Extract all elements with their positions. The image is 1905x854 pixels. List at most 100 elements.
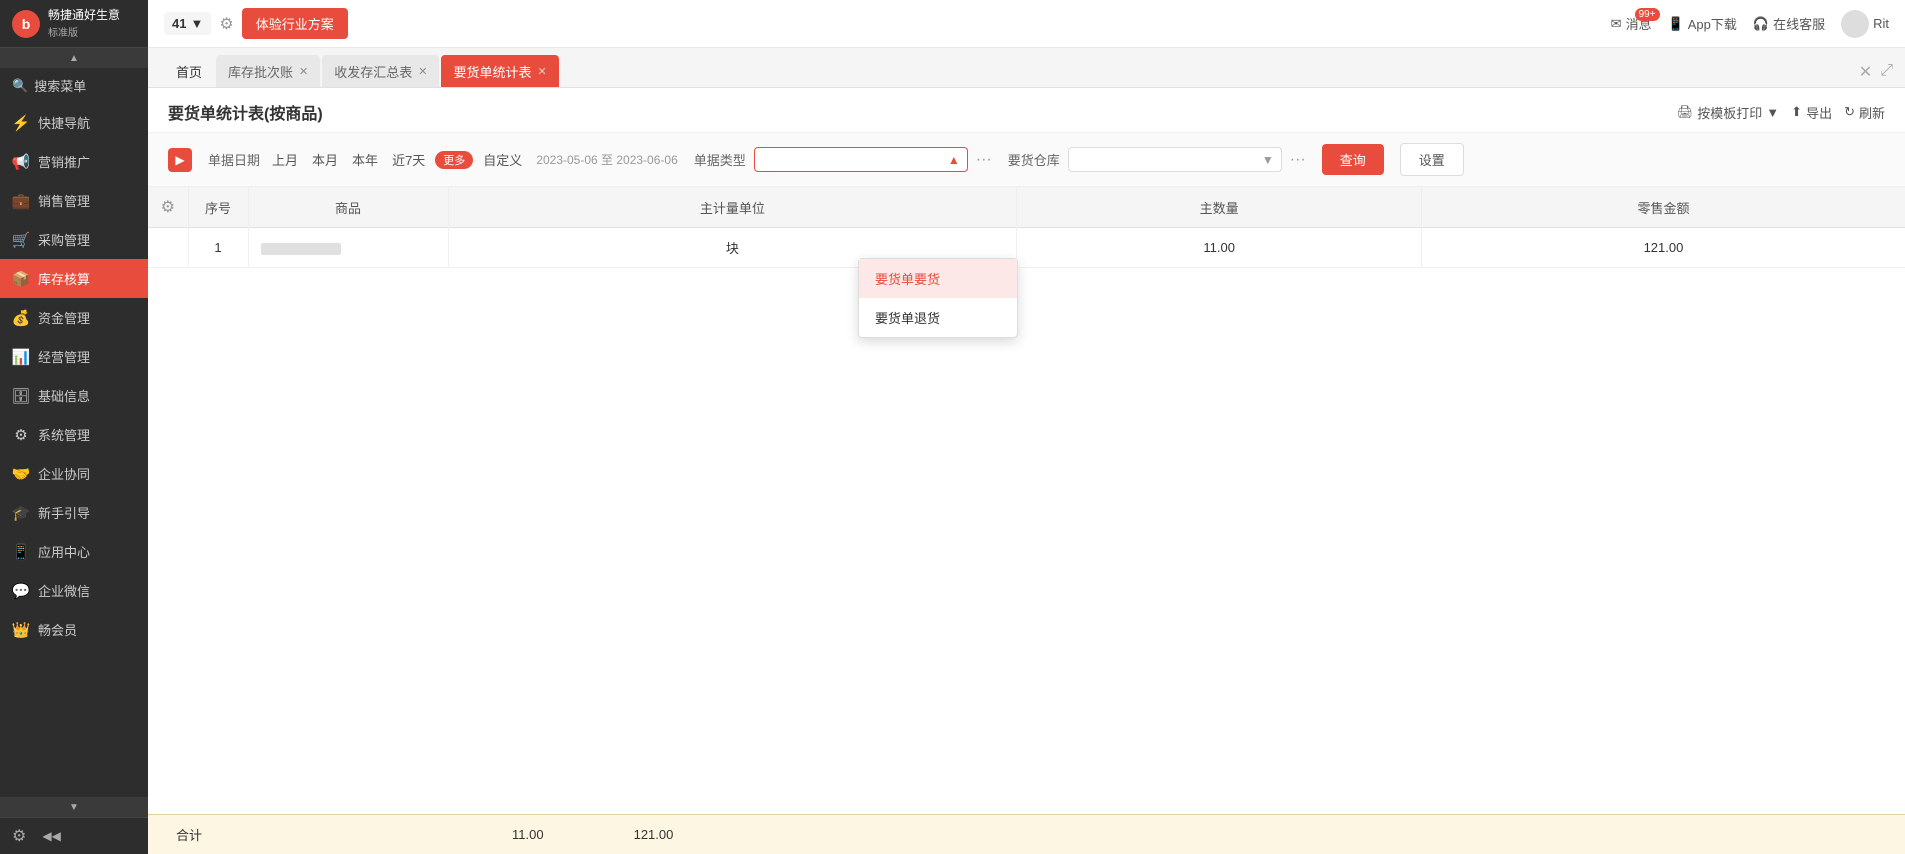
sidebar-item-inventory[interactable]: 📦 库存核算 [0, 259, 148, 298]
export-icon: ⬆ [1791, 104, 1802, 120]
query-btn[interactable]: 查询 [1322, 144, 1384, 175]
data-table: ⚙序号商品主计量单位主数量零售金额 1块11.00121.00 [148, 187, 1905, 268]
warehouse-select-input[interactable] [1068, 147, 1282, 172]
table-settings-icon[interactable]: ⚙ [161, 199, 175, 216]
print-btn[interactable]: 🖨 按模板打印 ▼ [1677, 103, 1779, 122]
tab-label-order-summary: 要货单统计表 [453, 62, 531, 81]
footer-amount: 121.00 [634, 827, 674, 842]
tab-close-order-summary[interactable]: ✕ [538, 65, 547, 78]
dropdown-item-要货单要货[interactable]: 要货单要货 [859, 259, 1017, 298]
date-shortcut-2[interactable]: 本年 [348, 148, 382, 171]
app-download-label: App下载 [1688, 14, 1737, 33]
sidebar-item-system[interactable]: ⚙ 系统管理 [0, 415, 148, 454]
date-shortcut-1[interactable]: 本月 [308, 148, 342, 171]
date-shortcuts: 上月本月本年近7天更多自定义2023-05-06 至 2023-06-06 [268, 148, 678, 171]
store-selector[interactable]: 41 ▼ [164, 12, 211, 35]
sidebar-item-marketing[interactable]: 📢 营销推广 [0, 142, 148, 181]
print-icon: 🖨 [1677, 104, 1694, 120]
inventory-icon: 📦 [12, 270, 30, 288]
tab-close-receivables-summary[interactable]: ✕ [418, 65, 427, 78]
export-label: 导出 [1806, 103, 1832, 122]
settings-gear-icon[interactable]: ⚙ [219, 14, 233, 34]
topbar-left: 41 ▼ ⚙ 体验行业方案 [164, 8, 1599, 39]
tab-bar-right: ✕ ⤢ [1859, 62, 1893, 82]
search-menu-item[interactable]: 🔍 搜索菜单 [0, 68, 148, 103]
membership-icon: 👑 [12, 621, 30, 639]
sidebar-item-label-basic-info: 基础信息 [38, 386, 90, 405]
filter-more-icon[interactable]: ··· [976, 151, 992, 169]
dropdown-item-要货单退货[interactable]: 要货单退货 [859, 298, 1017, 337]
date-shortcut-3[interactable]: 近7天 [388, 148, 429, 171]
footer-quantity: 11.00 [512, 827, 544, 842]
sidebar-item-label-newbie: 新手引导 [38, 503, 90, 522]
sidebar-item-label-purchase: 采购管理 [38, 230, 90, 249]
user-name: Rit [1873, 16, 1889, 31]
date-shortcut-more[interactable]: 更多 [435, 151, 473, 169]
table-wrapper: ⚙序号商品主计量单位主数量零售金额 1块11.00121.00 [148, 187, 1905, 814]
tab-home[interactable]: 首页 [164, 55, 214, 87]
app-download-item[interactable]: 📱 App下载 [1668, 14, 1737, 33]
sidebar-item-membership[interactable]: 👑 畅会员 [0, 610, 148, 649]
headset-icon: 🎧 [1753, 16, 1769, 32]
sidebar-item-label-wechat: 企业微信 [38, 581, 90, 600]
sidebar-item-label-marketing: 营销推广 [38, 152, 90, 171]
tab-order-summary[interactable]: 要货单统计表 ✕ [441, 55, 558, 87]
type-select-input[interactable] [754, 147, 968, 172]
sidebar-bottom: ⚙ ◀◀ [0, 817, 148, 854]
tab-label-receivables-summary: 收发存汇总表 [334, 62, 412, 81]
sidebar-item-sales[interactable]: 💼 销售管理 [0, 181, 148, 220]
tab-receivables-summary[interactable]: 收发存汇总表 ✕ [322, 55, 439, 87]
sidebar-item-app-center[interactable]: 📱 应用中心 [0, 532, 148, 571]
type-select-wrapper: ▲ [754, 147, 968, 172]
sidebar-item-quick-nav[interactable]: ⚡ 快捷导航 [0, 103, 148, 142]
col-header-2: 主计量单位 [448, 187, 1017, 228]
sidebar-item-purchase[interactable]: 🛒 采购管理 [0, 220, 148, 259]
user-avatar-item[interactable]: Rit [1841, 10, 1889, 38]
filter-toggle-btn[interactable]: ▶ [168, 148, 192, 172]
industry-btn[interactable]: 体验行业方案 [242, 8, 348, 39]
sidebar-item-enterprise[interactable]: 🤝 企业协同 [0, 454, 148, 493]
tab-close-inventory-batch[interactable]: ✕ [299, 65, 308, 78]
sidebar-item-label-app-center: 应用中心 [38, 542, 90, 561]
basic-info-icon: 🗄 [12, 387, 30, 405]
settings-icon[interactable]: ⚙ [12, 826, 26, 846]
refresh-btn[interactable]: ↻ 刷新 [1844, 103, 1885, 122]
sidebar-scroll-down[interactable]: ▼ [0, 797, 148, 817]
logo-sub: 标准版 [48, 24, 120, 39]
store-dropdown-icon: ▼ [190, 16, 203, 31]
online-service-item[interactable]: 🎧 在线客服 [1753, 14, 1825, 33]
tab-label-inventory-batch: 库存批次账 [228, 62, 293, 81]
sidebar-item-label-inventory: 库存核算 [38, 269, 90, 288]
collapse-icon[interactable]: ◀◀ [42, 829, 60, 843]
sidebar-item-finance[interactable]: 💰 资金管理 [0, 298, 148, 337]
sidebar-item-newbie[interactable]: 🎓 新手引导 [0, 493, 148, 532]
sidebar-item-operations[interactable]: 📊 经营管理 [0, 337, 148, 376]
setting-btn[interactable]: 设置 [1400, 143, 1464, 176]
type-dropdown: 要货单要货要货单退货 [858, 258, 1018, 338]
maximize-icon[interactable]: ⤢ [1880, 62, 1893, 82]
message-icon: ✉ [1611, 16, 1622, 32]
date-shortcut-5[interactable]: 自定义 [479, 148, 526, 171]
topbar-right: ✉ 消息 99+ 📱 App下载 🎧 在线客服 Rit [1611, 10, 1889, 38]
messages-item[interactable]: ✉ 消息 99+ [1611, 14, 1652, 33]
cell-index-0: 1 [188, 228, 248, 268]
cell-amount-0: 121.00 [1421, 228, 1905, 268]
sidebar-item-wechat[interactable]: 💬 企业微信 [0, 571, 148, 610]
sidebar-item-basic-info[interactable]: 🗄 基础信息 [0, 376, 148, 415]
warehouse-filter-group: 要货仓库 ▼ ··· [1008, 147, 1306, 172]
table-row-0: 1块11.00121.00 [148, 228, 1905, 268]
date-shortcut-0[interactable]: 上月 [268, 148, 302, 171]
refresh-label: 刷新 [1859, 103, 1885, 122]
operations-icon: 📊 [12, 348, 30, 366]
finance-icon: 💰 [12, 309, 30, 327]
export-btn[interactable]: ⬆ 导出 [1791, 103, 1832, 122]
tab-inventory-batch[interactable]: 库存批次账 ✕ [216, 55, 320, 87]
purchase-icon: 🛒 [12, 231, 30, 249]
wechat-icon: 💬 [12, 582, 30, 600]
system-icon: ⚙ [12, 426, 30, 444]
sidebar-scroll-up[interactable]: ▲ [0, 48, 148, 68]
close-all-tabs-icon[interactable]: ✕ [1859, 62, 1872, 82]
date-filter-label: 单据日期 [208, 150, 260, 169]
online-service-label: 在线客服 [1773, 14, 1825, 33]
warehouse-more-icon[interactable]: ··· [1290, 151, 1306, 169]
